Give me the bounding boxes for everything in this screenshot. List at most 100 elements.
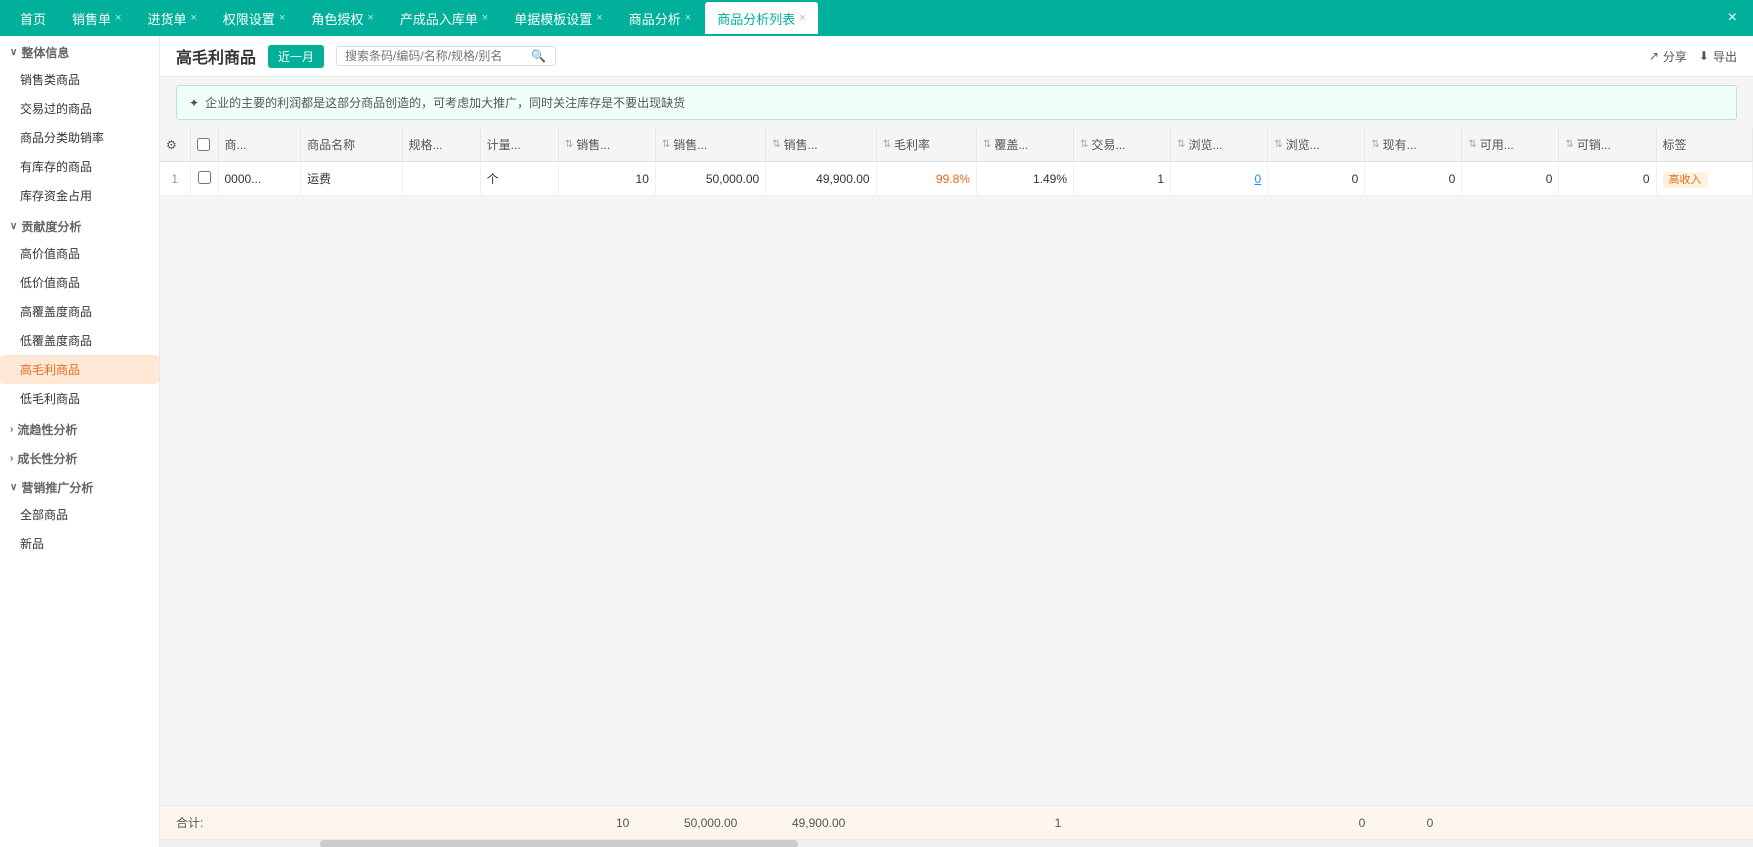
col-header-browse1[interactable]: ⇅浏览... bbox=[1171, 128, 1268, 162]
sort-icon: ⇅ bbox=[1565, 139, 1573, 150]
sidebar-item-全部商品[interactable]: 全部商品 bbox=[0, 500, 159, 529]
col-header-browse2[interactable]: ⇅浏览... bbox=[1268, 128, 1365, 162]
col-header-code[interactable]: 商... bbox=[218, 128, 301, 162]
sidebar-group-title[interactable]: ∨贡献度分析 bbox=[0, 210, 159, 239]
col-header-gross_margin[interactable]: ⇅毛利率 bbox=[876, 128, 976, 162]
sidebar-item-高覆盖度商品[interactable]: 高覆盖度商品 bbox=[0, 297, 159, 326]
nav-tab-产成品入库单[interactable]: 产成品入库单 × bbox=[388, 2, 500, 34]
nav-tab-close-icon[interactable]: × bbox=[190, 12, 196, 24]
sidebar-group-整体信息: ∨ 整体信息销售类商品交易过的商品商品分类助销率有库存的商品库存资金占用 bbox=[0, 36, 159, 210]
col-header-available[interactable]: ⇅可用... bbox=[1462, 128, 1559, 162]
sidebar-item-高价值商品[interactable]: 高价值商品 bbox=[0, 239, 159, 268]
sidebar-item-低覆盖度商品[interactable]: 低覆盖度商品 bbox=[0, 326, 159, 355]
content-header: 高毛利商品 近一月 🔍 ↗ 分享 ⬇ 导出 bbox=[160, 36, 1753, 77]
cell-coverage: 1.49% bbox=[976, 162, 1073, 196]
tip-icon: ✦ bbox=[189, 96, 199, 110]
nav-tab-权限设置[interactable]: 权限设置 × bbox=[211, 2, 297, 34]
link-cell[interactable]: 0 bbox=[1255, 172, 1262, 186]
tag-badge: 高收入 bbox=[1663, 172, 1708, 188]
col-header-sales_amount[interactable]: ⇅销售... bbox=[655, 128, 765, 162]
cell-spec bbox=[402, 162, 480, 196]
col-header-spec[interactable]: 规格... bbox=[402, 128, 480, 162]
horizontal-scrollbar[interactable] bbox=[160, 839, 1753, 847]
group-label: 贡献度分析 bbox=[21, 218, 81, 235]
col-header-coverage[interactable]: ⇅覆盖... bbox=[976, 128, 1073, 162]
row-checkbox[interactable] bbox=[198, 171, 211, 184]
col-header-name[interactable]: 商品名称 bbox=[301, 128, 402, 162]
window-close-button[interactable]: × bbox=[1720, 5, 1745, 31]
sidebar-item-有库存的商品[interactable]: 有库存的商品 bbox=[0, 152, 159, 181]
table-row: 10000...运费个1050,000.0049,900.0099.8%1.49… bbox=[160, 162, 1753, 196]
nav-tab-close-icon[interactable]: × bbox=[685, 12, 691, 24]
nav-tab-close-icon[interactable]: × bbox=[367, 12, 373, 24]
data-table-wrap: ⚙商...商品名称规格...计量...⇅销售...⇅销售...⇅销售...⇅毛利… bbox=[160, 128, 1753, 805]
info-banner: ✦ 企业的主要的利润都是这部分商品创造的，可考虑加大推广，同时关注库存是不要出现… bbox=[176, 85, 1737, 120]
cell-unit: 个 bbox=[480, 162, 558, 196]
nav-tab-label: 权限设置 bbox=[223, 9, 275, 28]
nav-tab-角色授权[interactable]: 角色授权× bbox=[299, 2, 385, 34]
sidebar-item-高毛利商品[interactable]: 高毛利商品 bbox=[0, 355, 159, 384]
sidebar-group-title[interactable]: ›流趋性分析 bbox=[0, 413, 159, 442]
col-header-tag[interactable]: 标签 bbox=[1656, 128, 1753, 162]
sidebar: « ∨ 整体信息销售类商品交易过的商品商品分类助销率有库存的商品库存资金占用∨贡献… bbox=[0, 36, 160, 847]
col-header-unit[interactable]: 计量... bbox=[480, 128, 558, 162]
nav-tab-close-icon[interactable]: × bbox=[596, 12, 602, 24]
sidebar-collapse-button[interactable]: « bbox=[159, 48, 160, 72]
sidebar-item-交易过的商品[interactable]: 交易过的商品 bbox=[0, 94, 159, 123]
footer-available: 0 bbox=[1373, 816, 1433, 830]
sort-icon: ⇅ bbox=[983, 139, 991, 150]
search-input[interactable] bbox=[345, 49, 525, 63]
sort-icon: ⇅ bbox=[565, 139, 573, 150]
col-header-checkbox[interactable] bbox=[190, 128, 218, 162]
nav-tab-商品分析[interactable]: 商品分析× bbox=[617, 2, 703, 34]
nav-tab-商品分析列表[interactable]: 商品分析列表× bbox=[705, 2, 817, 34]
col-header-current_stock[interactable]: ⇅现有... bbox=[1365, 128, 1462, 162]
sidebar-item-新品[interactable]: 新品 bbox=[0, 529, 159, 558]
nav-tab-label: 产成品入库单 bbox=[400, 9, 478, 28]
group-arrow-icon: ∨ bbox=[10, 47, 17, 58]
cell-checkbox bbox=[190, 162, 218, 196]
group-label: 营销推广分析 bbox=[21, 479, 93, 496]
cell-code: 0000... bbox=[218, 162, 301, 196]
footer-sales-cost: 49,900.00 bbox=[745, 816, 845, 830]
share-button[interactable]: ↗ 分享 bbox=[1649, 48, 1687, 65]
col-header-sellable[interactable]: ⇅可销... bbox=[1559, 128, 1656, 162]
col-header-sales_cost[interactable]: ⇅销售... bbox=[766, 128, 876, 162]
col-header-settings[interactable]: ⚙ bbox=[160, 128, 190, 162]
nav-tab-单据模板设置[interactable]: 单据模板设置× bbox=[502, 2, 614, 34]
sidebar-group-title[interactable]: ∨营销推广分析 bbox=[0, 471, 159, 500]
nav-tab-销售单[interactable]: 销售单× bbox=[60, 2, 133, 34]
nav-tab-close-icon[interactable]: × bbox=[279, 12, 285, 24]
sort-icon: ⇅ bbox=[1080, 139, 1088, 150]
share-icon: ↗ bbox=[1649, 49, 1659, 63]
sidebar-item-低毛利商品[interactable]: 低毛利商品 bbox=[0, 384, 159, 413]
sidebar-item-商品分类助销率[interactable]: 商品分类助销率 bbox=[0, 123, 159, 152]
nav-tab-首页[interactable]: 首页 bbox=[8, 2, 58, 34]
cell-num: 1 bbox=[160, 162, 190, 196]
sidebar-item-低价值商品[interactable]: 低价值商品 bbox=[0, 268, 159, 297]
group-label: 整体信息 bbox=[21, 44, 69, 61]
sidebar-item-库存资金占用[interactable]: 库存资金占用 bbox=[0, 181, 159, 210]
search-icon[interactable]: 🔍 bbox=[531, 49, 546, 63]
data-table: ⚙商...商品名称规格...计量...⇅销售...⇅销售...⇅销售...⇅毛利… bbox=[160, 128, 1753, 196]
group-label: 成长性分析 bbox=[17, 450, 77, 467]
sidebar-item-销售类商品[interactable]: 销售类商品 bbox=[0, 65, 159, 94]
sort-icon: ⇅ bbox=[1274, 139, 1282, 150]
nav-tab-close-icon[interactable]: × bbox=[115, 12, 121, 24]
nav-tab-close-icon[interactable]: × bbox=[482, 12, 488, 24]
nav-tab-进货单[interactable]: 进货单× bbox=[135, 2, 208, 34]
sidebar-group-成长性分析: ›成长性分析 bbox=[0, 442, 159, 471]
settings-icon[interactable]: ⚙ bbox=[166, 138, 177, 152]
select-all-checkbox[interactable] bbox=[197, 138, 210, 151]
sort-icon: ⇅ bbox=[1468, 139, 1476, 150]
col-header-sales_qty[interactable]: ⇅销售... bbox=[558, 128, 655, 162]
page-title: 高毛利商品 bbox=[176, 44, 256, 68]
export-button[interactable]: ⬇ 导出 bbox=[1699, 48, 1737, 65]
date-filter-button[interactable]: 近一月 bbox=[268, 45, 324, 68]
sidebar-group-title[interactable]: ›成长性分析 bbox=[0, 442, 159, 471]
export-icon: ⬇ bbox=[1699, 49, 1709, 63]
nav-tab-close-icon[interactable]: × bbox=[799, 12, 805, 24]
col-header-transaction[interactable]: ⇅交易... bbox=[1074, 128, 1171, 162]
cell-sales_amount: 50,000.00 bbox=[655, 162, 765, 196]
sidebar-group-title[interactable]: ∨ 整体信息 bbox=[0, 36, 159, 65]
